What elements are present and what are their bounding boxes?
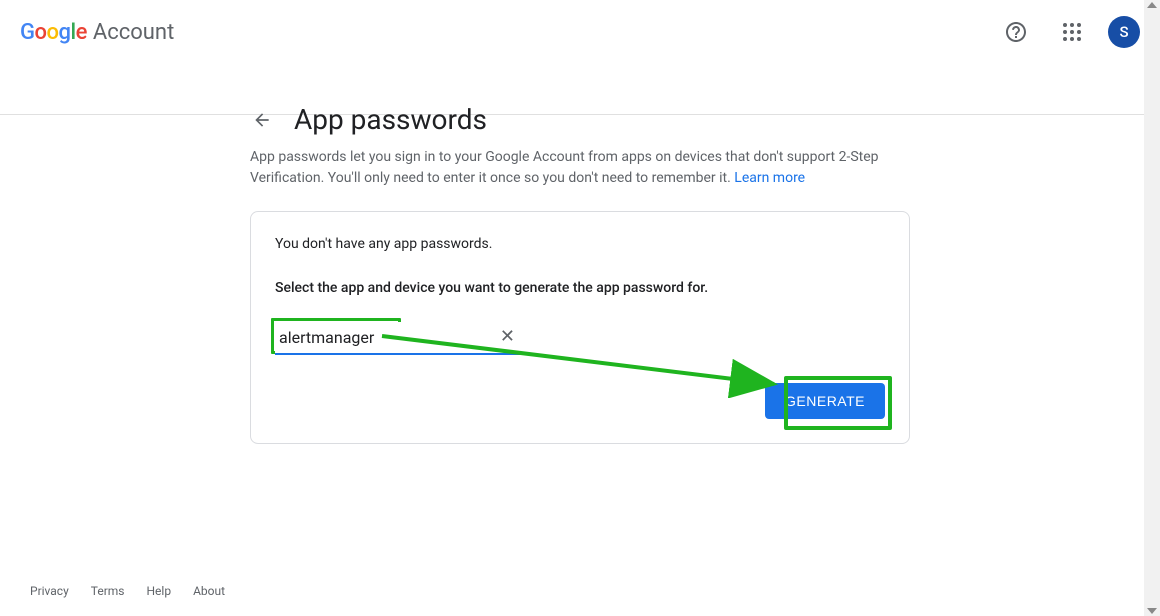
app-passwords-card: You don't have any app passwords. Select… (250, 211, 910, 444)
google-logo: Google (20, 20, 87, 45)
title-row: App passwords (250, 103, 487, 136)
app-name-input[interactable] (275, 322, 523, 355)
generate-button[interactable]: GENERATE (765, 383, 885, 419)
header: Google Account S (0, 0, 1160, 60)
button-row: GENERATE (275, 383, 885, 419)
learn-more-link[interactable]: Learn more (734, 170, 805, 186)
footer: Privacy Terms Help About (30, 584, 225, 598)
footer-help[interactable]: Help (147, 584, 172, 598)
input-row: ✕ (275, 322, 523, 355)
header-actions: S (996, 12, 1140, 52)
footer-about[interactable]: About (193, 584, 225, 598)
divider (0, 114, 1160, 115)
help-icon[interactable] (996, 12, 1036, 52)
clear-icon[interactable]: ✕ (500, 326, 515, 347)
scroll-up-icon (1147, 2, 1157, 8)
page-title: App passwords (294, 103, 487, 136)
logo-section: Google Account (20, 20, 174, 45)
main-content: App passwords App passwords let you sign… (250, 147, 910, 444)
apps-icon[interactable] (1052, 12, 1092, 52)
account-label: Account (93, 20, 174, 45)
footer-privacy[interactable]: Privacy (30, 584, 69, 598)
avatar[interactable]: S (1108, 16, 1140, 48)
back-button[interactable] (250, 108, 274, 132)
select-prompt: Select the app and device you want to ge… (275, 280, 885, 296)
page-description: App passwords let you sign in to your Go… (250, 147, 910, 189)
scroll-down-icon (1147, 608, 1157, 614)
footer-terms[interactable]: Terms (91, 584, 125, 598)
no-passwords-text: You don't have any app passwords. (275, 236, 885, 252)
scrollbar[interactable] (1144, 0, 1160, 616)
